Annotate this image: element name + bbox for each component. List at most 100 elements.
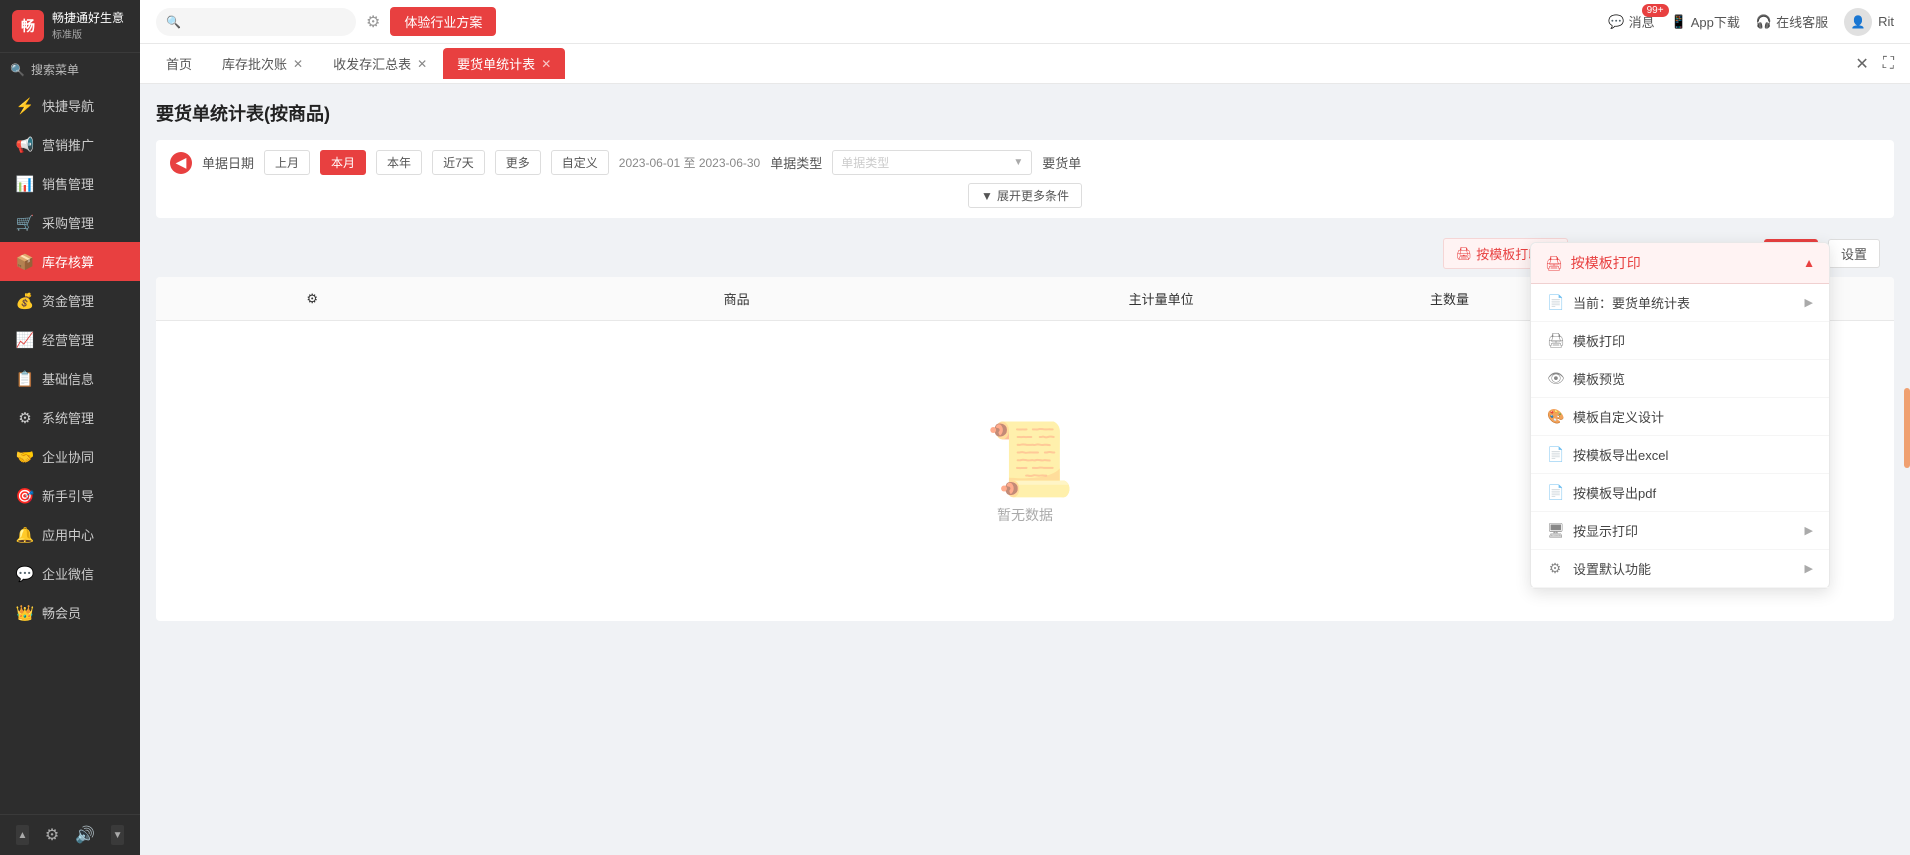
sidebar-item-marketing[interactable]: 📢 营销推广	[0, 125, 140, 164]
sidebar-item-purchase[interactable]: 🛒 采购管理	[0, 203, 140, 242]
dropdown-set-default-label: 设置默认功能	[1573, 559, 1651, 578]
dropdown-collapse-btn[interactable]: ▲	[1803, 256, 1815, 270]
filter-toggle-btn[interactable]: ◀	[170, 152, 192, 174]
sidebar-item-inventory[interactable]: 📦 库存核算	[0, 242, 140, 281]
template-preview-icon: 👁	[1547, 370, 1563, 387]
settings-btn[interactable]: 设置	[1828, 239, 1880, 268]
dropdown-template-excel[interactable]: 📄 按模板导出excel	[1531, 436, 1829, 474]
set-default-chevron: ▶	[1805, 562, 1813, 575]
filter-date-last-month[interactable]: 上月	[264, 150, 310, 175]
nav-label-member: 畅会员	[42, 603, 81, 622]
user-menu[interactable]: 👤 Rit	[1844, 8, 1894, 36]
sidebar-bottom: ▲ ⚙ 🔊 ▼	[0, 814, 140, 855]
topbar-gear-icon[interactable]: ⚙	[366, 12, 380, 32]
sidebar-item-operations[interactable]: 📈 经营管理	[0, 320, 140, 359]
maximize-window-icon[interactable]: ⛶	[1879, 53, 1898, 75]
filter-date-custom[interactable]: 自定义	[551, 150, 609, 175]
printer-icon: 🖨	[1456, 246, 1473, 262]
online-service-label: 在线客服	[1776, 12, 1828, 31]
sidebar-item-system[interactable]: ⚙ 系统管理	[0, 398, 140, 437]
tab-receipt-summary[interactable]: 收发存汇总表 ✕	[319, 48, 441, 79]
sidebar-item-collab[interactable]: 🤝 企业协同	[0, 437, 140, 476]
tab-order-stats[interactable]: 要货单统计表 ✕	[443, 48, 565, 79]
empty-text: 暂无数据	[997, 505, 1053, 525]
template-excel-icon: 📄	[1547, 446, 1563, 463]
dropdown-template-pdf-label: 按模板导出pdf	[1573, 483, 1656, 502]
tab-order-stats-label: 要货单统计表	[457, 54, 535, 73]
col-settings[interactable]: ⚙	[168, 291, 456, 307]
nav-icon-sales: 📊	[16, 175, 34, 193]
dropdown-display-print[interactable]: 🖥 按显示打印 ▶	[1531, 512, 1829, 550]
dropdown-template-pdf[interactable]: 📄 按模板导出pdf	[1531, 474, 1829, 512]
scroll-up-btn[interactable]: ▲	[16, 825, 29, 845]
col-unit: 主计量单位	[1017, 289, 1305, 308]
printer-header-icon: 🖨	[1545, 255, 1563, 272]
sidebar-search[interactable]: 🔍 搜索菜单	[0, 53, 140, 86]
sidebar-item-finance[interactable]: 💰 资金管理	[0, 281, 140, 320]
filter-date-this-month[interactable]: 本月	[320, 150, 366, 175]
scroll-down-btn[interactable]: ▼	[111, 825, 124, 845]
nav-icon-system: ⚙	[16, 409, 34, 427]
online-service-btn[interactable]: 🎧 在线客服	[1756, 12, 1828, 31]
nav-label-collab: 企业协同	[42, 447, 94, 466]
user-name: Rit	[1878, 14, 1894, 29]
filter-date-7days[interactable]: 近7天	[432, 150, 485, 175]
settings-icon[interactable]: ⚙	[45, 825, 59, 845]
tab-inventory-batch[interactable]: 库存批次账 ✕	[208, 48, 317, 79]
dropdown-template-preview[interactable]: 👁 模板预览	[1531, 360, 1829, 398]
page-title: 要货单统计表(按商品)	[156, 100, 1894, 126]
sidebar-item-guide[interactable]: 🎯 新手引导	[0, 476, 140, 515]
sidebar-item-wechat[interactable]: 💬 企业微信	[0, 554, 140, 593]
sidebar-item-sales[interactable]: 📊 销售管理	[0, 164, 140, 203]
nav-label-operations: 经营管理	[42, 330, 94, 349]
dropdown-current-chevron: ▶	[1805, 296, 1813, 309]
order-type-label: 要货单	[1042, 153, 1081, 172]
tab-order-stats-close[interactable]: ✕	[541, 57, 551, 71]
right-scrollbar[interactable]	[1904, 388, 1910, 468]
tab-inventory-batch-label: 库存批次账	[222, 54, 287, 73]
headset-icon: 🎧	[1756, 14, 1772, 30]
nav-label-purchase: 采购管理	[42, 213, 94, 232]
empty-illustration: 📜	[985, 417, 1065, 497]
topbar-search[interactable]: 🔍	[156, 8, 356, 36]
nav-icon-collab: 🤝	[16, 448, 34, 466]
tab-receipt-summary-label: 收发存汇总表	[333, 54, 411, 73]
nav-icon-marketing: 📢	[16, 136, 34, 154]
filter-date-range: 2023-06-01 至 2023-06-30	[619, 154, 760, 171]
tab-home[interactable]: 首页	[152, 48, 206, 79]
type-select-value: 单据类型	[841, 154, 1007, 171]
type-filter-label: 单据类型	[770, 153, 822, 172]
dropdown-current-label: 当前：要货单统计表	[1573, 293, 1690, 312]
dropdown-current-template[interactable]: 📄 当前：要货单统计表 ▶	[1531, 284, 1829, 322]
dropdown-template-custom[interactable]: 🎨 模板自定义设计	[1531, 398, 1829, 436]
dropdown-display-print-label: 按显示打印	[1573, 521, 1638, 540]
tab-receipt-summary-close[interactable]: ✕	[417, 57, 427, 71]
sidebar-item-member[interactable]: 👑 畅会员	[0, 593, 140, 632]
topbar-search-icon: 🔍	[166, 15, 181, 29]
dropdown-title-area: 🖨 按模板打印	[1545, 253, 1641, 273]
filter-expand-btn[interactable]: ▼ 展开更多条件	[968, 183, 1082, 208]
nav-label-system: 系统管理	[42, 408, 94, 427]
display-print-icon: 🖥	[1547, 522, 1563, 539]
tab-inventory-batch-close[interactable]: ✕	[293, 57, 303, 71]
app-logo: 畅 畅捷通好生意 标准版	[0, 0, 140, 53]
close-window-icon[interactable]: ✕	[1851, 52, 1872, 76]
message-badge[interactable]: 💬 消息 99+	[1608, 12, 1654, 31]
dropdown-template-print[interactable]: 🖨 模板打印	[1531, 322, 1829, 360]
type-filter-select[interactable]: 单据类型 ▼	[832, 150, 1032, 175]
nav-label-inventory: 库存核算	[42, 252, 94, 271]
template-current-icon: 📄	[1547, 294, 1563, 311]
sidebar-item-quick-nav[interactable]: ⚡ 快捷导航	[0, 86, 140, 125]
volume-icon[interactable]: 🔊	[75, 825, 95, 845]
filter-date-more[interactable]: 更多	[495, 150, 541, 175]
sidebar-item-appstore[interactable]: 🔔 应用中心	[0, 515, 140, 554]
sidebar-item-basic[interactable]: 📋 基础信息	[0, 359, 140, 398]
filter-row-1: ◀ 单据日期 上月 本月 本年 近7天 更多 自定义 2023-06-01 至 …	[170, 150, 1880, 175]
filter-date-this-year[interactable]: 本年	[376, 150, 422, 175]
app-download-btn[interactable]: 📱 App下载	[1671, 12, 1740, 31]
nav-label-finance: 资金管理	[42, 291, 94, 310]
trial-button[interactable]: 体验行业方案	[390, 7, 496, 36]
dropdown-set-default[interactable]: ⚙ 设置默认功能 ▶	[1531, 550, 1829, 588]
nav-icon-appstore: 🔔	[16, 526, 34, 544]
date-filter-label: 单据日期	[202, 153, 254, 172]
